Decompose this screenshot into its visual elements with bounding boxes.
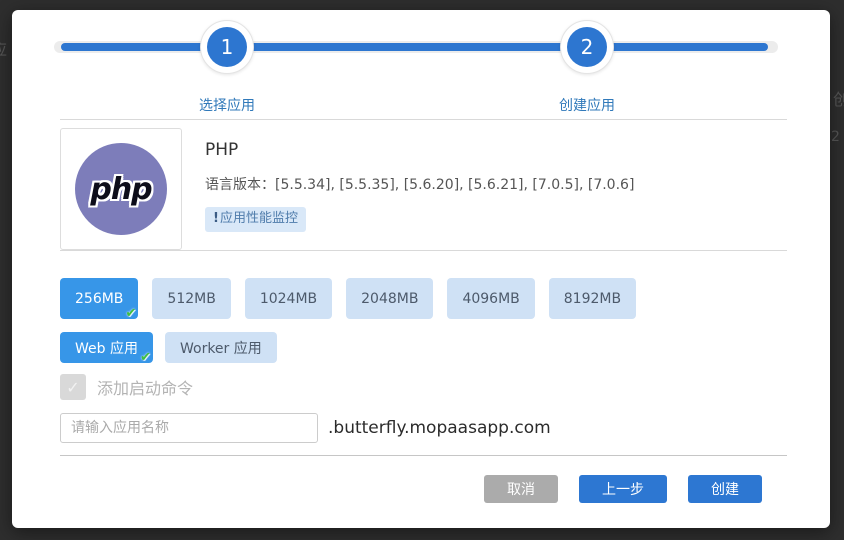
memory-option-2048mb[interactable]: 2048MB — [346, 278, 434, 319]
memory-option-4096mb[interactable]: 4096MB — [447, 278, 535, 319]
create-button[interactable]: 创建 — [688, 475, 762, 503]
app-type-options: Web 应用 ✔ Worker 应用 — [60, 332, 830, 365]
checkbox-check-icon: ✓ — [66, 377, 80, 397]
previous-step-button[interactable]: 上一步 — [579, 475, 667, 503]
app-versions: 语言版本：[5.5.34], [5.5.35], [5.6.20], [5.6.… — [205, 177, 635, 193]
create-app-modal: 1 2 选择应用 创建应用 php PHP 语言版本：[5.5.34], [5.… — [12, 10, 830, 528]
memory-option-label: 2048MB — [361, 290, 419, 307]
apm-badge-label: 应用性能监控 — [219, 211, 298, 226]
footer-actions: 取消 上一步 创建 — [12, 456, 830, 503]
domain-suffix: .butterfly.mopaasapp.com — [328, 418, 551, 438]
startup-command-row: ✓ 添加启动命令 — [60, 374, 830, 400]
php-logo-text: php — [90, 171, 152, 207]
exclamation-icon: ! — [213, 211, 219, 226]
memory-option-label: 8192MB — [563, 290, 622, 307]
step-2-circle[interactable]: 2 — [560, 20, 614, 74]
app-logo-box: php — [60, 128, 182, 250]
memory-option-256mb[interactable]: 256MB ✔ — [60, 278, 139, 321]
app-info: PHP 语言版本：[5.5.34], [5.5.35], [5.6.20], [… — [205, 128, 634, 250]
memory-option-512mb[interactable]: 512MB — [152, 278, 231, 319]
background-text: 创 — [833, 90, 844, 109]
memory-option-label: 1024MB — [259, 290, 318, 307]
app-name: PHP — [205, 140, 239, 160]
memory-option-1024mb[interactable]: 1024MB — [244, 278, 333, 319]
cancel-button[interactable]: 取消 — [484, 475, 558, 503]
memory-option-label: 512MB — [167, 290, 216, 307]
startup-command-checkbox[interactable]: ✓ — [60, 374, 86, 400]
background-text: 应 — [0, 36, 7, 60]
memory-option-label: 256MB — [75, 290, 124, 307]
app-name-row: .butterfly.mopaasapp.com — [60, 413, 830, 443]
memory-option-label: 4096MB — [462, 290, 520, 307]
divider — [60, 250, 787, 251]
memory-option-8192mb[interactable]: 8192MB — [548, 278, 637, 319]
step-1-circle[interactable]: 1 — [200, 20, 254, 74]
php-logo-icon: php — [75, 143, 167, 235]
step-2-number: 2 — [567, 27, 607, 67]
app-type-label: Web 应用 — [75, 340, 138, 357]
divider — [60, 119, 787, 120]
memory-options: 256MB ✔ 512MB 1024MB 2048MB 4096MB 8192M… — [60, 278, 830, 321]
step-2-label: 创建应用 — [559, 98, 615, 114]
background-text: 2 — [831, 129, 840, 145]
apm-badge[interactable]: !应用性能监控 — [205, 207, 306, 232]
check-icon: ✔ — [125, 306, 137, 321]
stepper-progress-bar — [61, 43, 768, 51]
selected-app-card: php PHP 语言版本：[5.5.34], [5.5.35], [5.6.20… — [60, 128, 787, 250]
check-icon: ✔ — [140, 350, 151, 365]
step-1-label: 选择应用 — [199, 98, 255, 114]
stepper: 1 2 选择应用 创建应用 — [12, 10, 830, 119]
app-type-label: Worker 应用 — [179, 340, 262, 357]
step-1-number: 1 — [207, 27, 247, 67]
startup-command-label: 添加启动命令 — [97, 379, 194, 398]
app-name-input[interactable] — [60, 413, 318, 443]
app-type-web-button[interactable]: Web 应用 ✔ — [60, 332, 153, 365]
app-type-worker-button[interactable]: Worker 应用 — [164, 332, 277, 363]
